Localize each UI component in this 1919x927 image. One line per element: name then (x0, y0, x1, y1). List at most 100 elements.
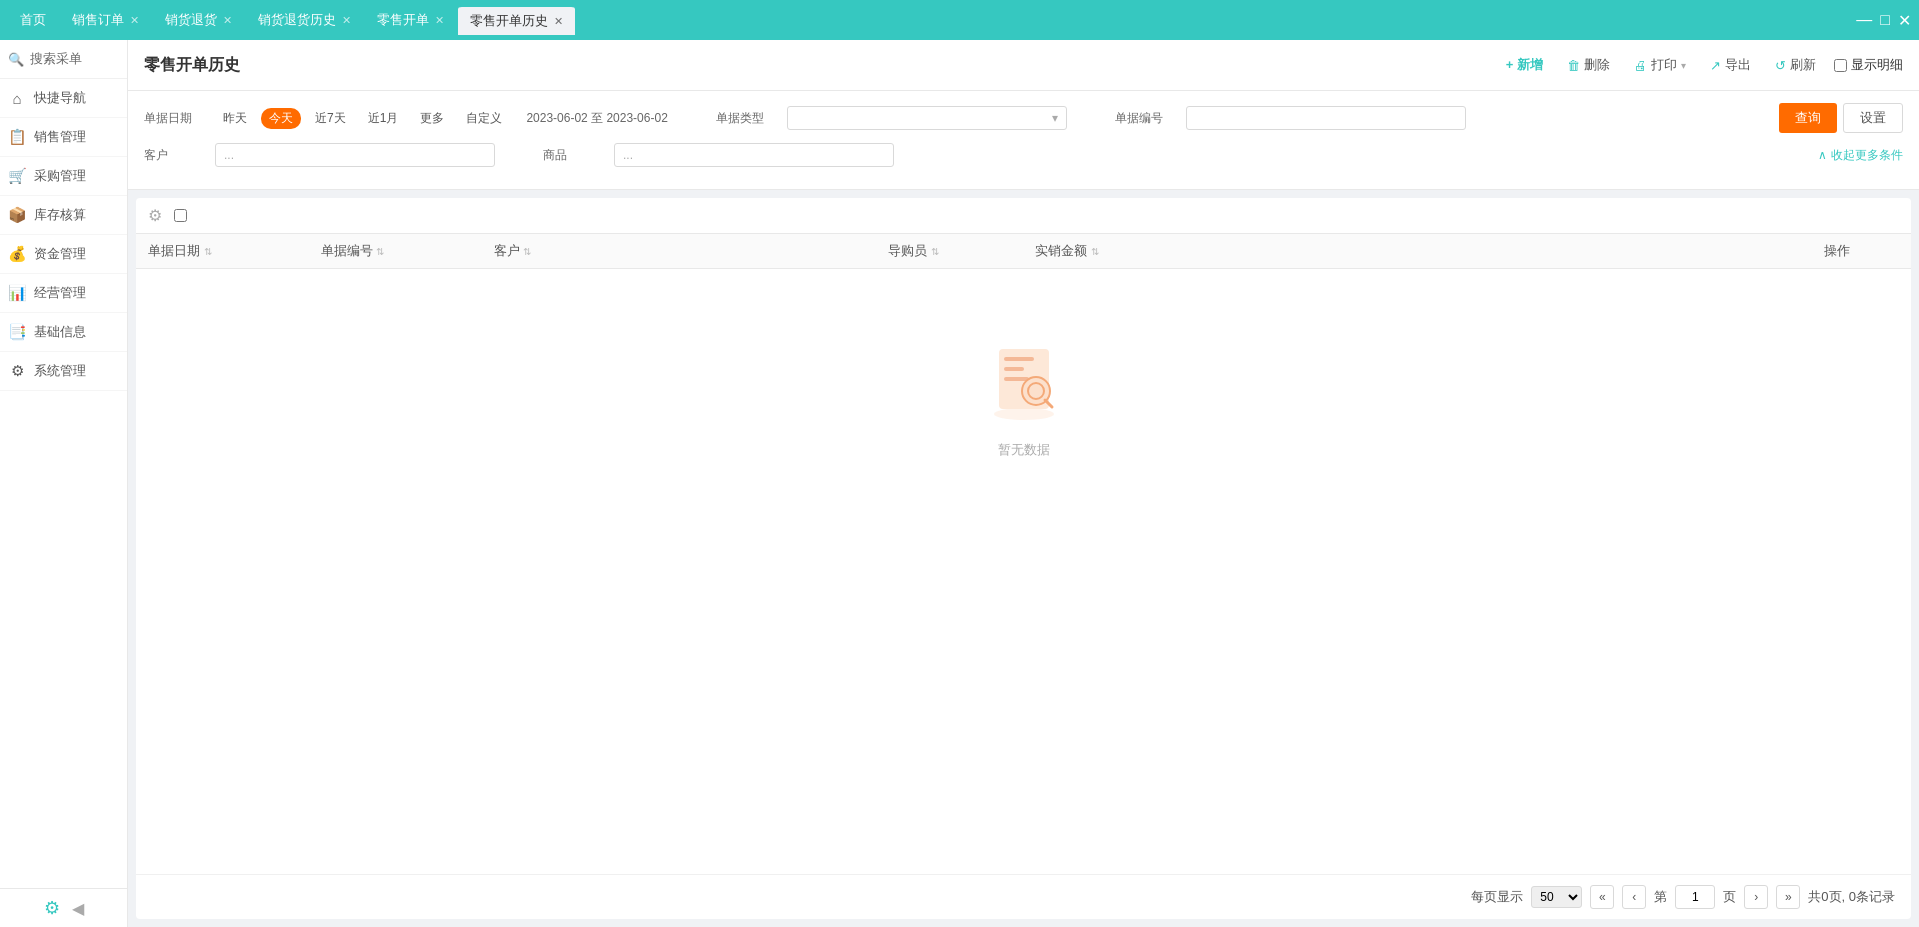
table-settings-icon[interactable]: ⚙ (148, 206, 162, 225)
col-amount-sort-icon[interactable]: ⇅ (1091, 246, 1099, 257)
sidebar-settings-icon[interactable]: ⚙ (44, 897, 60, 919)
number-filter-input[interactable] (1186, 106, 1466, 130)
tab-home[interactable]: 首页 (8, 5, 58, 35)
date-option-yesterday[interactable]: 昨天 (215, 108, 255, 129)
sidebar-item-quick-nav[interactable]: ⌂ 快捷导航 (0, 79, 127, 118)
sidebar: 🔍 搜索采单 ⌂ 快捷导航 📋 销售管理 🛒 采购管理 📦 库存核算 💰 资金管… (0, 40, 128, 927)
date-option-custom[interactable]: 自定义 (458, 108, 510, 129)
sidebar-item-base-info[interactable]: 📑 基础信息 (0, 313, 127, 352)
sidebar-item-purchase-mgmt-label: 采购管理 (34, 167, 86, 185)
col-amount[interactable]: 实销金额 ⇅ (1023, 234, 1812, 269)
current-page-input[interactable] (1675, 885, 1715, 909)
sidebar-item-sys-mgmt[interactable]: ⚙ 系统管理 (0, 352, 127, 391)
sidebar-item-inventory[interactable]: 📦 库存核算 (0, 196, 127, 235)
tab-retail-open-history-close[interactable]: ✕ (554, 15, 563, 28)
customer-filter-select[interactable]: ... (215, 143, 495, 167)
first-page-button[interactable]: « (1590, 885, 1614, 909)
goods-filter-placeholder: ... (623, 148, 633, 162)
last-page-button[interactable]: » (1776, 885, 1800, 909)
per-page-select[interactable]: 50 10 20 100 (1531, 886, 1582, 908)
maximize-button[interactable]: □ (1880, 11, 1890, 29)
content-area: 零售开单历史 + 新增 🗑 删除 🖨 打印 ▾ ↗ 导出 (128, 40, 1919, 927)
col-guide[interactable]: 导购员 ⇅ (876, 234, 1023, 269)
minimize-button[interactable]: — (1856, 11, 1872, 29)
refresh-button[interactable]: ↺ 刷新 (1769, 52, 1822, 78)
sys-mgmt-icon: ⚙ (8, 362, 26, 380)
prev-page-button[interactable]: ‹ (1622, 885, 1646, 909)
collapse-up-icon: ∧ (1818, 148, 1827, 162)
tab-home-label: 首页 (20, 11, 46, 29)
per-page-label: 每页显示 (1471, 888, 1523, 906)
sidebar-item-operations[interactable]: 📊 经营管理 (0, 274, 127, 313)
date-option-1month[interactable]: 近1月 (360, 108, 407, 129)
tab-sales-order-close[interactable]: ✕ (130, 14, 139, 27)
sidebar-search[interactable]: 🔍 搜索采单 (0, 40, 127, 79)
add-button-label: + 新增 (1506, 56, 1543, 74)
number-filter-label: 单据编号 (1115, 110, 1170, 127)
col-guide-sort-icon[interactable]: ⇅ (931, 246, 939, 257)
sidebar-item-sys-mgmt-label: 系统管理 (34, 362, 86, 380)
tab-retail-open[interactable]: 零售开单 ✕ (365, 5, 456, 35)
display-detail-input[interactable] (1834, 59, 1847, 72)
sidebar-search-label: 搜索采单 (30, 50, 82, 68)
date-filter-label: 单据日期 (144, 110, 199, 127)
export-icon: ↗ (1710, 58, 1721, 73)
date-option-more[interactable]: 更多 (412, 108, 452, 129)
sidebar-item-purchase-mgmt[interactable]: 🛒 采购管理 (0, 157, 127, 196)
display-detail-label: 显示明细 (1851, 56, 1903, 74)
sidebar-collapse-icon[interactable]: ◀ (72, 899, 84, 918)
nav-tabs: 首页 销售订单 ✕ 销货退货 ✕ 销货退货历史 ✕ 零售开单 ✕ 零售开单历史 … (8, 5, 1856, 35)
filter-settings-button[interactable]: 设置 (1843, 103, 1903, 133)
type-filter-select[interactable]: ▾ (787, 106, 1067, 130)
tab-retail-open-close[interactable]: ✕ (435, 14, 444, 27)
col-number-sort-icon[interactable]: ⇅ (376, 246, 384, 257)
col-customer[interactable]: 客户 ⇅ (482, 234, 876, 269)
tab-sales-return-history-label: 销货退货历史 (258, 11, 336, 29)
next-page-button[interactable]: › (1744, 885, 1768, 909)
filter-row-2: 客户 ... 商品 ... ∧ 收起更多条件 (144, 143, 1903, 167)
tab-retail-open-history[interactable]: 零售开单历史 ✕ (458, 5, 575, 35)
col-action-label: 操作 (1824, 243, 1850, 258)
svg-point-0 (994, 408, 1054, 420)
sidebar-item-sales-mgmt[interactable]: 📋 销售管理 (0, 118, 127, 157)
display-detail-checkbox[interactable]: 显示明细 (1834, 56, 1903, 74)
collapse-button[interactable]: ∧ 收起更多条件 (1818, 147, 1903, 164)
sidebar-item-sales-mgmt-label: 销售管理 (34, 128, 86, 146)
sidebar-item-quick-nav-label: 快捷导航 (34, 89, 86, 107)
col-number[interactable]: 单据编号 ⇅ (309, 234, 482, 269)
delete-icon: 🗑 (1567, 58, 1580, 73)
tab-retail-open-label: 零售开单 (377, 11, 429, 29)
svg-rect-3 (1004, 367, 1024, 371)
add-button[interactable]: + 新增 (1500, 52, 1549, 78)
query-button[interactable]: 查询 (1779, 103, 1837, 133)
tab-sales-order[interactable]: 销售订单 ✕ (60, 5, 151, 35)
goods-filter-select[interactable]: ... (614, 143, 894, 167)
date-option-7days[interactable]: 近7天 (307, 108, 354, 129)
sidebar-item-finance[interactable]: 💰 资金管理 (0, 235, 127, 274)
base-info-icon: 📑 (8, 323, 26, 341)
page-header: 零售开单历史 + 新增 🗑 删除 🖨 打印 ▾ ↗ 导出 (128, 40, 1919, 91)
col-date[interactable]: 单据日期 ⇅ (136, 234, 309, 269)
tab-sales-return[interactable]: 销货退货 ✕ (153, 5, 244, 35)
operations-icon: 📊 (8, 284, 26, 302)
date-option-today[interactable]: 今天 (261, 108, 301, 129)
toolbar: + 新增 🗑 删除 🖨 打印 ▾ ↗ 导出 ↺ 刷新 (1500, 52, 1903, 78)
table-toolbar: ⚙ (136, 198, 1911, 234)
col-customer-label: 客户 (494, 243, 520, 258)
tab-sales-return-close[interactable]: ✕ (223, 14, 232, 27)
tab-sales-return-history-close[interactable]: ✕ (342, 14, 351, 27)
col-number-label: 单据编号 (321, 243, 373, 258)
print-button[interactable]: 🖨 打印 ▾ (1628, 52, 1692, 78)
type-filter-chevron: ▾ (1052, 111, 1058, 125)
export-button[interactable]: ↗ 导出 (1704, 52, 1757, 78)
col-amount-label: 实销金额 (1035, 243, 1087, 258)
delete-button[interactable]: 🗑 删除 (1561, 52, 1616, 78)
tab-sales-return-history[interactable]: 销货退货历史 ✕ (246, 5, 363, 35)
col-customer-sort-icon[interactable]: ⇅ (523, 246, 531, 257)
close-button[interactable]: ✕ (1898, 11, 1911, 30)
purchase-icon: 🛒 (8, 167, 26, 185)
table-wrapper: 单据日期 ⇅ 单据编号 ⇅ 客户 ⇅ (136, 234, 1911, 874)
col-date-sort-icon[interactable]: ⇅ (204, 246, 212, 257)
select-all-checkbox[interactable] (174, 209, 187, 222)
refresh-icon: ↺ (1775, 58, 1786, 73)
